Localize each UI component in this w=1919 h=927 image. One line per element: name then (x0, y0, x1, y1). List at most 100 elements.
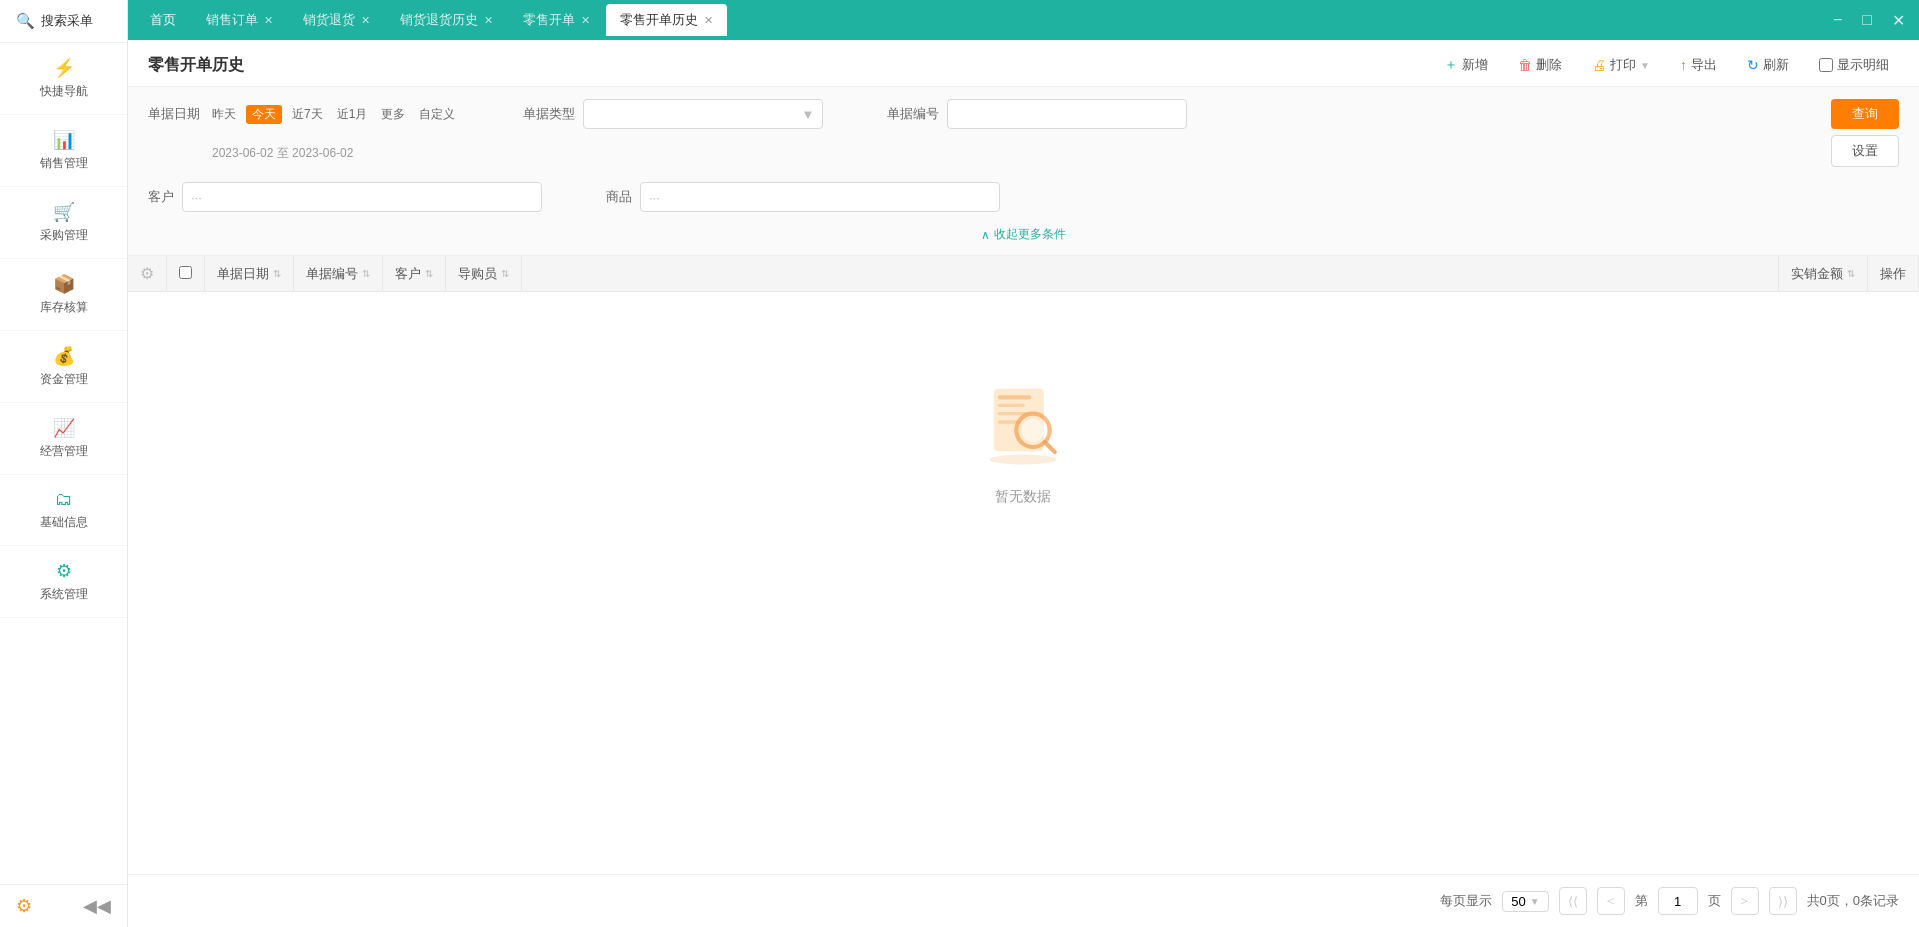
tab-retail-open[interactable]: 零售开单 ✕ (509, 4, 604, 36)
tab-sales-order[interactable]: 销售订单 ✕ (192, 4, 287, 36)
export-icon: ↑ (1680, 57, 1687, 73)
settings-icon[interactable]: ⚙ (16, 895, 32, 917)
sidebar-collapse-icon[interactable]: ◀◀ (83, 895, 111, 917)
tab-bar-right: − □ ✕ (1827, 9, 1911, 32)
last-page-btn[interactable]: ⟩⟩ (1769, 887, 1797, 915)
tab-sales-return-history[interactable]: 销货退货历史 ✕ (386, 4, 507, 36)
print-button[interactable]: 🖨 打印 ▼ (1582, 52, 1660, 78)
page-size-select[interactable]: 50 ▼ (1502, 891, 1548, 912)
type-select-arrow: ▼ (802, 107, 815, 122)
filter-row-date-range: 2023-06-02 至 2023-06-02 (148, 145, 1831, 162)
number-sort-icon: ⇅ (362, 268, 370, 279)
filter-number-item: 单据编号 (887, 99, 1187, 129)
minimize-icon[interactable]: − (1827, 9, 1848, 31)
tab-retail-open-close[interactable]: ✕ (581, 14, 590, 27)
sidebar-item-label: 库存核算 (40, 299, 88, 316)
tab-retail-history-close[interactable]: ✕ (704, 14, 713, 27)
date-today[interactable]: 今天 (246, 105, 282, 124)
settings-gear-icon[interactable]: ⚙ (140, 265, 154, 282)
page-input[interactable] (1658, 887, 1698, 915)
th-date[interactable]: 单据日期 ⇅ (205, 256, 294, 292)
sidebar-item-purchase-mgmt[interactable]: 🛒采购管理 (0, 187, 127, 259)
select-all-checkbox[interactable] (179, 266, 192, 279)
page-header: 零售开单历史 ＋ 新增 🗑 删除 🖨 打印 ▼ ↑ 导出 (128, 40, 1919, 87)
tab-sales-order-close[interactable]: ✕ (264, 14, 273, 27)
date-custom[interactable]: 自定义 (415, 105, 459, 124)
inventory-icon: 📦 (53, 273, 75, 295)
filter-actions: 查询 设置 (1831, 99, 1899, 167)
pagination: 每页显示 50 ▼ ⟨⟨ ＜ 第 页 ＞ ⟩⟩ 共0页，0条记录 (128, 874, 1919, 927)
th-amount[interactable]: 实销金额 ⇅ (1779, 256, 1868, 292)
prev-page-btn[interactable]: ＜ (1597, 887, 1625, 915)
svg-rect-2 (998, 395, 1031, 399)
tab-sales-return-history-close[interactable]: ✕ (484, 14, 493, 27)
th-guide[interactable]: 导购员 ⇅ (446, 256, 522, 292)
svg-point-7 (1022, 419, 1045, 442)
display-detail-toggle[interactable]: 显示明细 (1809, 52, 1899, 78)
table-wrapper: ⚙ 单据日期 ⇅ (128, 256, 1919, 586)
tab-retail-history[interactable]: 零售开单历史 ✕ (606, 4, 727, 36)
date-range-text: 2023-06-02 至 2023-06-02 (212, 145, 353, 162)
table-body: 暂无数据 (128, 292, 1919, 587)
tab-retail-open-label: 零售开单 (523, 11, 575, 29)
date-yesterday[interactable]: 昨天 (208, 105, 240, 124)
sidebar-item-finance[interactable]: 💰资金管理 (0, 331, 127, 403)
sidebar-item-inventory[interactable]: 📦 库存核算 (0, 259, 127, 331)
content-area: 零售开单历史 ＋ 新增 🗑 删除 🖨 打印 ▼ ↑ 导出 (128, 40, 1919, 927)
tab-bar: 首页 销售订单 ✕ 销货退货 ✕ 销货退货历史 ✕ 零售开单 ✕ 零售开单历史 … (128, 0, 1919, 40)
th-checkbox (167, 256, 205, 292)
date-range-item: 2023-06-02 至 2023-06-02 (148, 145, 353, 162)
sidebar-item-system-mgmt[interactable]: ⚙系统管理 (0, 546, 127, 618)
date-month[interactable]: 近1月 (333, 105, 372, 124)
sales-mgmt-icon: 📊 (53, 129, 75, 151)
tab-home[interactable]: 首页 (136, 4, 190, 36)
export-button[interactable]: ↑ 导出 (1670, 52, 1727, 78)
display-checkbox[interactable] (1819, 58, 1833, 72)
sidebar-item-label: 资金管理 (40, 371, 88, 388)
add-button[interactable]: ＋ 新增 (1434, 52, 1498, 78)
customer-input[interactable]: ··· (182, 182, 542, 212)
maximize-icon[interactable]: □ (1856, 9, 1878, 31)
th-settings[interactable]: ⚙ (128, 256, 167, 292)
sidebar-item-quick-nav[interactable]: ⚡快捷导航 (0, 43, 127, 115)
sidebar-item-label: 采购管理 (40, 227, 88, 244)
sidebar-item-basic-info[interactable]: 🗂基础信息 (0, 475, 127, 546)
query-button[interactable]: 查询 (1831, 99, 1899, 129)
svg-point-0 (990, 455, 1057, 465)
delete-button[interactable]: 🗑 删除 (1508, 52, 1572, 78)
first-page-btn[interactable]: ⟨⟨ (1559, 887, 1587, 915)
close-window-icon[interactable]: ✕ (1886, 9, 1911, 32)
tab-sales-return-history-label: 销货退货历史 (400, 11, 478, 29)
filter-customer-item: 客户 ··· (148, 182, 542, 212)
system-mgmt-icon: ⚙ (56, 560, 72, 582)
tab-retail-history-label: 零售开单历史 (620, 11, 698, 29)
basic-info-icon: 🗂 (55, 489, 73, 510)
sidebar-search[interactable]: 🔍 搜索采单 (0, 0, 127, 43)
goods-input[interactable]: ··· (640, 182, 1000, 212)
sidebar: 🔍 搜索采单 ⚡快捷导航📊销售管理🛒采购管理 📦 库存核算 💰资金管理📈经营管理🗂基础… (0, 0, 128, 927)
th-number[interactable]: 单据编号 ⇅ (294, 256, 383, 292)
number-input[interactable] (947, 99, 1187, 129)
operations-icon: 📈 (53, 417, 75, 439)
type-select[interactable]: ▼ (583, 99, 823, 129)
collapse-btn[interactable]: ∧ 收起更多条件 (981, 226, 1066, 243)
tab-sales-return-label: 销货退货 (303, 11, 355, 29)
tab-sales-order-label: 销售订单 (206, 11, 258, 29)
th-guide-label: 导购员 (458, 265, 497, 283)
tab-sales-return-close[interactable]: ✕ (361, 14, 370, 27)
page-suffix: 页 (1708, 892, 1721, 910)
filter-row-1: 单据日期 昨天 今天 近7天 近1月 更多 自定义 单据类型 (148, 99, 1831, 129)
refresh-button[interactable]: ↻ 刷新 (1737, 52, 1799, 78)
next-page-btn[interactable]: ＞ (1731, 887, 1759, 915)
settings-button[interactable]: 设置 (1831, 135, 1899, 167)
date-7days[interactable]: 近7天 (288, 105, 327, 124)
tab-sales-return[interactable]: 销货退货 ✕ (289, 4, 384, 36)
sidebar-item-operations[interactable]: 📈经营管理 (0, 403, 127, 475)
th-spacer (522, 256, 1779, 292)
page-label: 第 (1635, 892, 1648, 910)
sidebar-item-sales-mgmt[interactable]: 📊销售管理 (0, 115, 127, 187)
date-more[interactable]: 更多 (377, 105, 409, 124)
quick-nav-icon: ⚡ (53, 57, 75, 79)
th-customer[interactable]: 客户 ⇅ (383, 256, 446, 292)
page-size-arrow: ▼ (1530, 896, 1540, 907)
